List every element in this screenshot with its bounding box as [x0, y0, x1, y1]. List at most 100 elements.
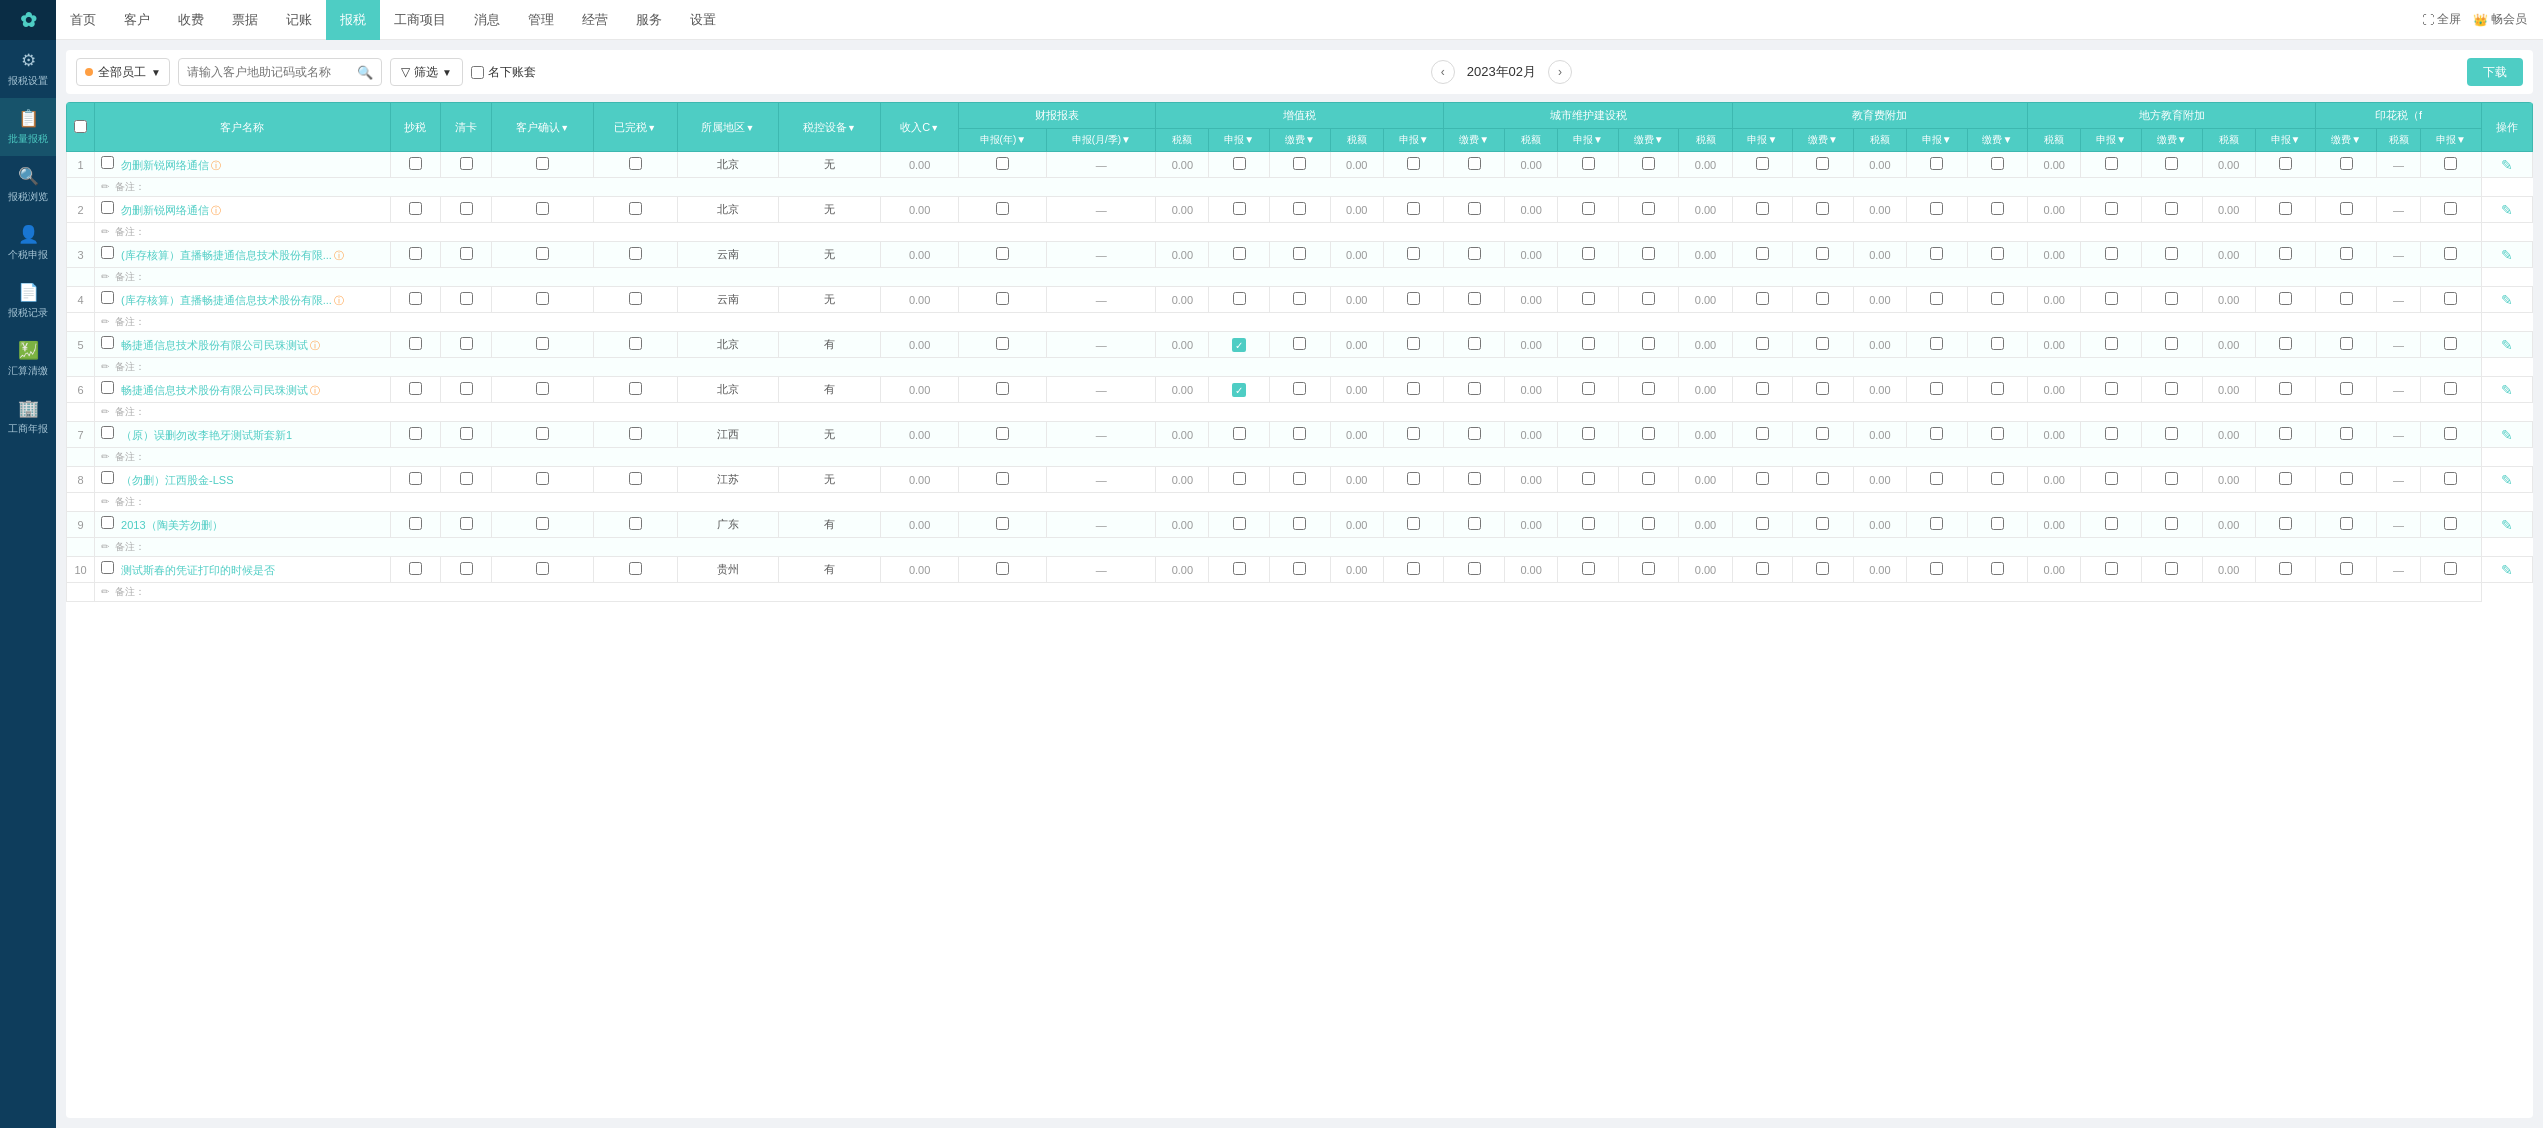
difang-jf[interactable]	[2141, 197, 2202, 223]
jiaoyu-jf-cb[interactable]	[1816, 292, 1829, 305]
zengjie-jiaofei-cell[interactable]	[1270, 152, 1331, 178]
confirm-cell[interactable]	[492, 332, 594, 358]
chaoshui-cell[interactable]	[390, 332, 441, 358]
difang-sb-cb[interactable]	[2105, 337, 2118, 350]
qingka-cell[interactable]	[441, 242, 492, 268]
chengshi-sb-cb[interactable]	[1582, 562, 1595, 575]
difang-jf-cb[interactable]	[2165, 427, 2178, 440]
qingka-cb[interactable]	[460, 157, 473, 170]
zengjie-shenb2[interactable]	[1383, 377, 1444, 403]
zengjie-shenb-cb[interactable]	[1233, 427, 1246, 440]
chengshi-shenb[interactable]	[1558, 512, 1619, 538]
yinshua-jf-cb[interactable]	[2340, 292, 2353, 305]
customer-name[interactable]: （勿删）江西股金-LSS	[95, 467, 391, 493]
chaoshui-cell[interactable]	[390, 287, 441, 313]
difang-sb-cb[interactable]	[2105, 562, 2118, 575]
action-cell[interactable]: ✎	[2481, 287, 2532, 313]
zengjie-jf-cb[interactable]	[1293, 292, 1306, 305]
difang-sb-cb[interactable]	[2105, 472, 2118, 485]
jiaoyu-jf-cb[interactable]	[1816, 472, 1829, 485]
qingka-cb[interactable]	[460, 562, 473, 575]
caiwu-yue-cell[interactable]: —	[1047, 377, 1156, 403]
jiaoyu-jf2[interactable]	[1967, 377, 2028, 403]
zengjie-shenb2[interactable]	[1383, 467, 1444, 493]
jiaoyu-jf[interactable]	[1793, 467, 1854, 493]
chengshi-jf-cb[interactable]	[1468, 517, 1481, 530]
yinshua-jf-cb[interactable]	[2340, 202, 2353, 215]
difang-shenb[interactable]	[2081, 242, 2142, 268]
zengjie-sb2-cb[interactable]	[1407, 247, 1420, 260]
chengshi-jf2-cb[interactable]	[1642, 382, 1655, 395]
note-content[interactable]: ✏ 备注：	[95, 448, 2482, 467]
chengshi-jf2-cb[interactable]	[1642, 202, 1655, 215]
row-checkbox[interactable]	[101, 246, 114, 259]
zengjie-sb2-cb[interactable]	[1407, 202, 1420, 215]
edit-icon[interactable]: ✎	[2501, 202, 2513, 218]
edit-icon[interactable]: ✎	[2501, 382, 2513, 398]
jiaoyu-sb-cb[interactable]	[1756, 472, 1769, 485]
zengjie-sb2-cb[interactable]	[1407, 337, 1420, 350]
sidebar-item-baoshuijilu[interactable]: 📄 报税记录	[0, 272, 56, 330]
zengjie-shenb2[interactable]	[1383, 422, 1444, 448]
difang-jf[interactable]	[2141, 332, 2202, 358]
difang-shenb2[interactable]	[2255, 512, 2316, 538]
confirm-cb[interactable]	[536, 337, 549, 350]
yinshua-jf-cb[interactable]	[2340, 562, 2353, 575]
zengjie-jiaofei-cell[interactable]	[1270, 467, 1331, 493]
yinshua-sb-cb[interactable]	[2444, 517, 2457, 530]
difang-jf-cb[interactable]	[2165, 292, 2178, 305]
zengjie-jf-cb[interactable]	[1293, 202, 1306, 215]
chaoshui-cb[interactable]	[409, 202, 422, 215]
nav-item-shezhi[interactable]: 设置	[676, 0, 730, 40]
difang-shenb2[interactable]	[2255, 377, 2316, 403]
customer-name[interactable]: （原）误删勿改李艳牙测试斯套新1	[95, 422, 391, 448]
zengjie-shenb2[interactable]	[1383, 242, 1444, 268]
chengshi-jf2[interactable]	[1618, 287, 1679, 313]
yinshua-shenb[interactable]	[2421, 512, 2482, 538]
jiaoyu-shenb2[interactable]	[1906, 512, 1967, 538]
zengjie-sb2-cb[interactable]	[1407, 157, 1420, 170]
chengshi-shenb[interactable]	[1558, 287, 1619, 313]
jiaoyu-sb2-cb[interactable]	[1930, 157, 1943, 170]
yinshua-sb-cb[interactable]	[2444, 292, 2457, 305]
jiaoyu-shenb[interactable]	[1732, 377, 1793, 403]
note-content[interactable]: ✏ 备注：	[95, 178, 2482, 197]
jiaoyu-shenb[interactable]	[1732, 197, 1793, 223]
difang-shenb2[interactable]	[2255, 197, 2316, 223]
jiaoyu-sb2-cb[interactable]	[1930, 472, 1943, 485]
difang-sb-cb[interactable]	[2105, 202, 2118, 215]
nav-item-jizhi[interactable]: 记账	[272, 0, 326, 40]
zengjie-jiaofei-cell[interactable]	[1270, 197, 1331, 223]
caiwu-yue-cell[interactable]: —	[1047, 152, 1156, 178]
difang-sb-cb[interactable]	[2105, 292, 2118, 305]
jiaoyu-jf-cb[interactable]	[1816, 562, 1829, 575]
customer-name[interactable]: 畅捷通信息技术股份有限公司民珠测试ⓘ	[95, 332, 391, 358]
filter-button[interactable]: ▽ 筛选 ▼	[390, 58, 463, 86]
yinshua-shenb[interactable]	[2421, 467, 2482, 493]
chengshi-shenb[interactable]	[1558, 242, 1619, 268]
jiaoyu-shenb2[interactable]	[1906, 242, 1967, 268]
chengshi-shenb[interactable]	[1558, 467, 1619, 493]
caiwu-nian-cell[interactable]	[959, 377, 1047, 403]
difang-shenb2[interactable]	[2255, 332, 2316, 358]
jiaoyu-shenb2[interactable]	[1906, 557, 1967, 583]
chengshi-sb-cb[interactable]	[1582, 337, 1595, 350]
jiaoyu-sb2-cb[interactable]	[1930, 427, 1943, 440]
zengjie-jiaofei-cell[interactable]	[1270, 557, 1331, 583]
difang-jf[interactable]	[2141, 512, 2202, 538]
yinshua-sb-cb[interactable]	[2444, 382, 2457, 395]
action-cell[interactable]: ✎	[2481, 467, 2532, 493]
difang-sb-cb[interactable]	[2105, 157, 2118, 170]
jiaoyu-jf[interactable]	[1793, 197, 1854, 223]
chengshi-jf2[interactable]	[1618, 422, 1679, 448]
difang-sb2-cb[interactable]	[2279, 202, 2292, 215]
action-cell[interactable]: ✎	[2481, 197, 2532, 223]
difang-sb2-cb[interactable]	[2279, 157, 2292, 170]
prev-month-btn[interactable]: ‹	[1431, 60, 1455, 84]
jiaoyu-shenb2[interactable]	[1906, 422, 1967, 448]
mingxia-checkbox[interactable]	[471, 66, 484, 79]
action-cell[interactable]: ✎	[2481, 512, 2532, 538]
chengshi-jf2[interactable]	[1618, 467, 1679, 493]
jiaoyu-jf-cb[interactable]	[1816, 202, 1829, 215]
difang-shenb[interactable]	[2081, 197, 2142, 223]
